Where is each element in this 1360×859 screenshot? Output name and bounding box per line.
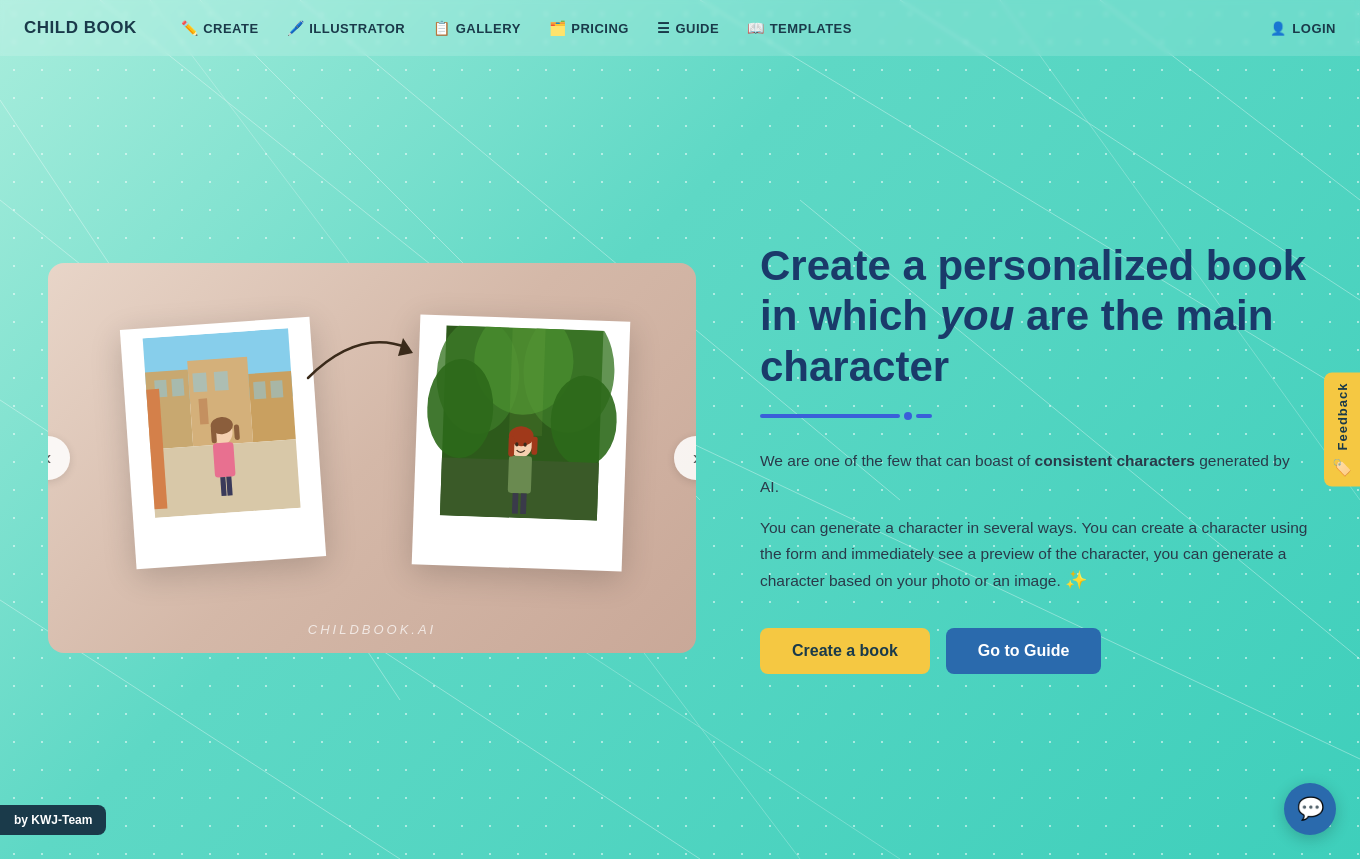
svg-rect-45 [508, 455, 532, 493]
chat-icon: 💬 [1297, 796, 1324, 822]
carousel-watermark: CHILDBOOK.AI [308, 622, 436, 637]
hero-desc-2: You can generate a character in several … [760, 515, 1312, 596]
create-icon: ✏️ [181, 20, 199, 36]
divider-small [916, 414, 932, 418]
feedback-sidebar[interactable]: Feedback 🏷️ [1324, 372, 1360, 487]
create-book-button[interactable]: Create a book [760, 628, 930, 674]
svg-rect-21 [214, 371, 229, 391]
nav-logo: CHILD BOOK [24, 18, 137, 38]
login-icon: 👤 [1270, 21, 1287, 36]
gallery-icon: 📋 [433, 20, 451, 36]
photo-venice [131, 327, 313, 518]
nav-link-guide[interactable]: ☰ GUIDE [645, 14, 731, 42]
illustrator-icon: 🖊️ [287, 20, 305, 36]
svg-rect-25 [270, 380, 283, 398]
divider-bar [760, 414, 900, 418]
templates-icon: 📖 [747, 20, 765, 36]
hero-section: CHILDBOOK.AI ‹ › Create a personalized b… [0, 56, 1360, 859]
svg-rect-49 [508, 435, 514, 456]
svg-rect-24 [253, 381, 266, 399]
svg-rect-47 [520, 493, 526, 514]
sparkle-icon: ✨ [1065, 566, 1087, 596]
kwj-badge: by KWJ-Team [0, 805, 106, 835]
svg-marker-35 [398, 338, 413, 356]
divider-dot [904, 412, 912, 420]
chat-button[interactable]: 💬 [1284, 783, 1336, 835]
go-to-guide-button[interactable]: Go to Guide [946, 628, 1102, 674]
hero-desc-1: We are one of the few that can boast of … [760, 448, 1312, 499]
nav-links: ✏️ CREATE 🖊️ ILLUSTRATOR 📋 GALLERY 🗂️ PR… [169, 14, 1270, 42]
svg-rect-28 [213, 441, 236, 477]
polaroid-2 [412, 314, 631, 571]
hero-title: Create a personalized book in which you … [760, 241, 1312, 392]
svg-rect-50 [531, 436, 537, 454]
navbar: CHILD BOOK ✏️ CREATE 🖊️ ILLUSTRATOR 📋 GA… [0, 0, 1360, 56]
nav-link-create[interactable]: ✏️ CREATE [169, 14, 271, 42]
carousel: CHILDBOOK.AI ‹ › [48, 263, 696, 653]
svg-rect-20 [192, 372, 207, 392]
guide-icon: ☰ [657, 20, 671, 36]
arrow-curve [298, 318, 418, 402]
login-button[interactable]: 👤 LOGIN [1270, 21, 1336, 36]
hero-buttons: Create a book Go to Guide [760, 628, 1312, 674]
pricing-icon: 🗂️ [549, 20, 567, 36]
nav-link-templates[interactable]: 📖 TEMPLATES [735, 14, 864, 42]
nav-link-gallery[interactable]: 📋 GALLERY [421, 14, 533, 42]
photo-forest [423, 324, 620, 521]
svg-rect-18 [171, 378, 184, 396]
nav-link-pricing[interactable]: 🗂️ PRICING [537, 14, 641, 42]
hero-content: Create a personalized book in which you … [744, 241, 1312, 674]
hero-divider [760, 412, 1312, 420]
svg-rect-46 [512, 492, 518, 513]
svg-rect-42 [509, 327, 546, 435]
feedback-tag-icon: 🏷️ [1332, 458, 1352, 477]
polaroid-1 [120, 316, 326, 569]
carousel-inner [48, 263, 696, 653]
feedback-label: Feedback [1335, 382, 1350, 450]
nav-link-illustrator[interactable]: 🖊️ ILLUSTRATOR [275, 14, 418, 42]
